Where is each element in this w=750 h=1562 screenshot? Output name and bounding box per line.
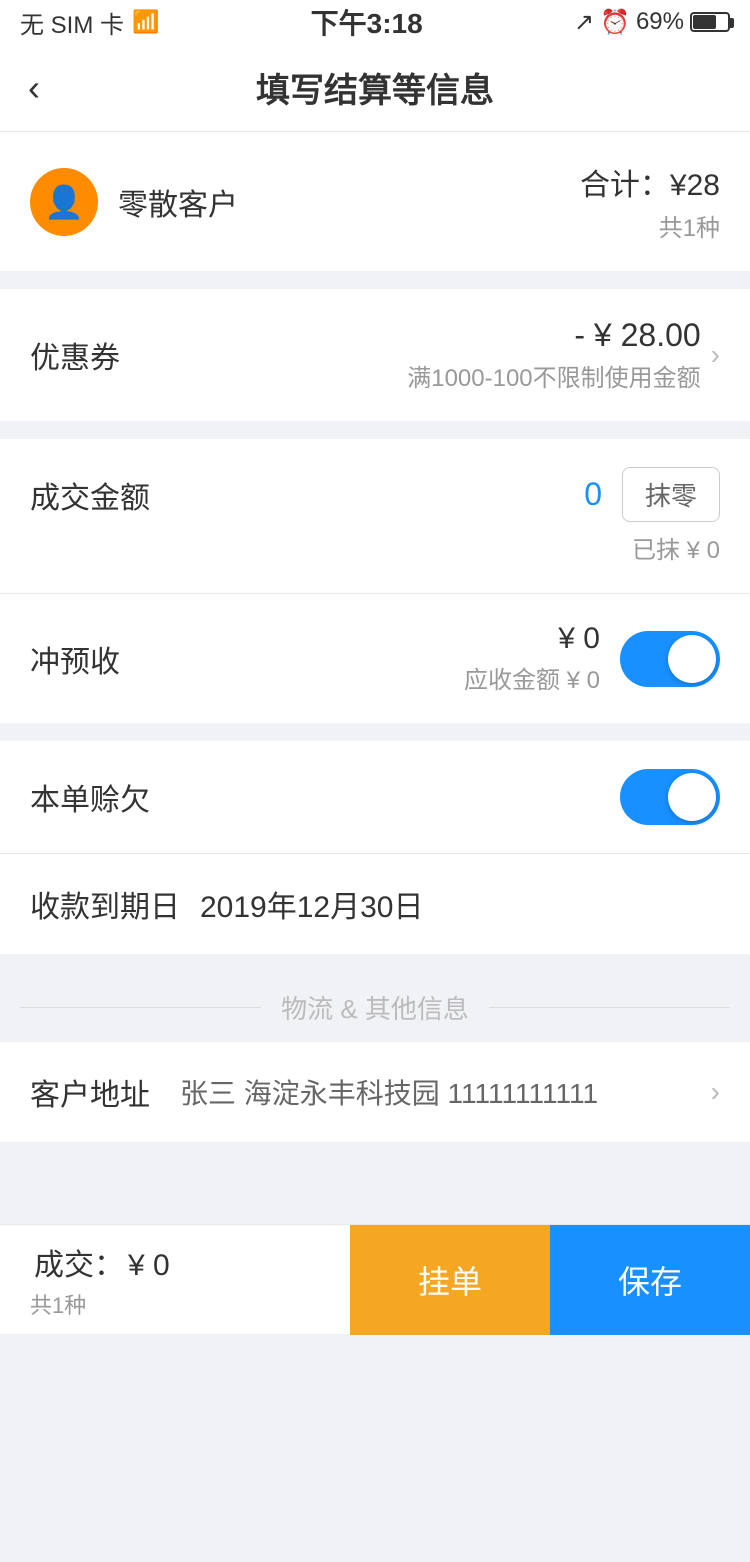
coupon-right: - ¥ 28.00 满1000-100不限制使用金额 › [407,317,720,393]
prepay-row: 冲预收 ¥ 0 应收金额 ¥ 0 [30,622,720,695]
prepay-right: ¥ 0 应收金额 ¥ 0 [464,622,720,695]
address-chevron-icon: › [711,1076,720,1108]
deal-amount: ¥ 0 [128,1249,170,1282]
coupon-desc: 满1000-100不限制使用金额 [407,358,700,393]
total-amount: 合计：¥28 [580,160,720,204]
address-section[interactable]: 客户地址 张三 海淀永丰科技园 11111111111 › [0,1042,750,1142]
bottom-summary: 成交：¥ 0 共1种 [0,1240,350,1320]
prepay-amounts: ¥ 0 应收金额 ¥ 0 [464,622,600,695]
bottom-deal-row: 成交：¥ 0 [30,1240,320,1284]
customer-section: 👤 零散客户 合计：¥28 共1种 [0,132,750,271]
transaction-row: 成交金额 0 抹零 [30,467,720,522]
bottom-count: 共1种 [30,1288,320,1320]
nav-bar: ‹ 填写结算等信息 [0,44,750,132]
coupon-section[interactable]: 优惠券 - ¥ 28.00 满1000-100不限制使用金额 › [0,289,750,421]
coupon-info: - ¥ 28.00 满1000-100不限制使用金额 [407,317,700,393]
status-time: 下午3:18 [311,2,423,42]
status-bar: 无 SIM 卡 📶 下午3:18 ↗ ⏰ 69% [0,0,750,44]
round-zero-button[interactable]: 抹零 [622,467,720,522]
divider-1 [0,271,750,289]
battery-label: 69% [636,8,684,36]
address-left: 客户地址 张三 海淀永丰科技园 11111111111 [30,1070,598,1114]
prepay-section: 冲预收 ¥ 0 应收金额 ¥ 0 [0,593,750,723]
logistics-line-right [489,1007,730,1008]
logistics-label: 物流 & 其他信息 [281,989,469,1026]
save-button[interactable]: 保存 [550,1225,750,1335]
logistics-divider: 物流 & 其他信息 [0,972,750,1042]
divider-2 [0,421,750,439]
battery-icon [690,12,730,32]
debt-toggle-knob [668,773,716,821]
deal-label: 成交： [34,1249,124,1282]
coupon-amount: - ¥ 28.00 [407,317,700,354]
toggle-knob [668,635,716,683]
due-date-value[interactable]: 2019年12月30日 [200,882,423,926]
date-row: 收款到期日 2019年12月30日 [30,882,720,926]
prepay-label: 冲预收 [30,637,120,681]
customer-totals: 合计：¥28 共1种 [580,160,720,243]
page-title: 填写结算等信息 [256,63,494,112]
address-value: 张三 海淀永丰科技园 11111111111 [180,1072,598,1112]
bottom-bar: 成交：¥ 0 共1种 挂单 保存 [0,1224,750,1334]
already-rounded-label: 已抹 ¥ 0 [30,530,720,565]
address-label: 客户地址 [30,1070,150,1114]
customer-name: 零散客户 [118,180,238,224]
prepay-toggle[interactable] [620,631,720,687]
wifi-icon: 📶 [132,9,159,35]
hang-single-button[interactable]: 挂单 [350,1225,550,1335]
divider-4 [0,954,750,972]
status-right: ↗ ⏰ 69% [574,8,730,37]
chevron-right-icon: › [711,339,720,371]
prepay-receivable: 应收金额 ¥ 0 [464,660,600,695]
due-date-label: 收款到期日 [30,882,180,926]
customer-info: 👤 零散客户 [30,168,238,236]
status-left: 无 SIM 卡 📶 [20,5,159,40]
transaction-section: 成交金额 0 抹零 已抹 ¥ 0 [0,439,750,593]
transaction-label: 成交金额 [30,473,150,517]
prepay-amount: ¥ 0 [464,622,600,656]
back-button[interactable]: ‹ [28,67,40,109]
coupon-label: 优惠券 [30,333,120,377]
debt-toggle[interactable] [620,769,720,825]
content-area: 👤 零散客户 合计：¥28 共1种 优惠券 - ¥ 28.00 满1000-10… [0,132,750,1562]
gps-icon: ↗ [574,8,594,37]
logistics-line-left [20,1007,261,1008]
debt-section: 本单赊欠 [0,741,750,853]
carrier-label: 无 SIM 卡 [20,5,124,40]
due-date-section: 收款到期日 2019年12月30日 [0,853,750,954]
divider-3 [0,723,750,741]
avatar: 👤 [30,168,98,236]
amount-input-area: 0 抹零 [542,467,720,522]
total-count: 共1种 [580,208,720,243]
transaction-value[interactable]: 0 [542,476,602,513]
avatar-icon: 👤 [44,183,84,221]
alarm-icon: ⏰ [600,8,630,37]
coupon-row[interactable]: 优惠券 - ¥ 28.00 满1000-100不限制使用金额 › [0,289,750,421]
debt-label: 本单赊欠 [30,775,150,819]
